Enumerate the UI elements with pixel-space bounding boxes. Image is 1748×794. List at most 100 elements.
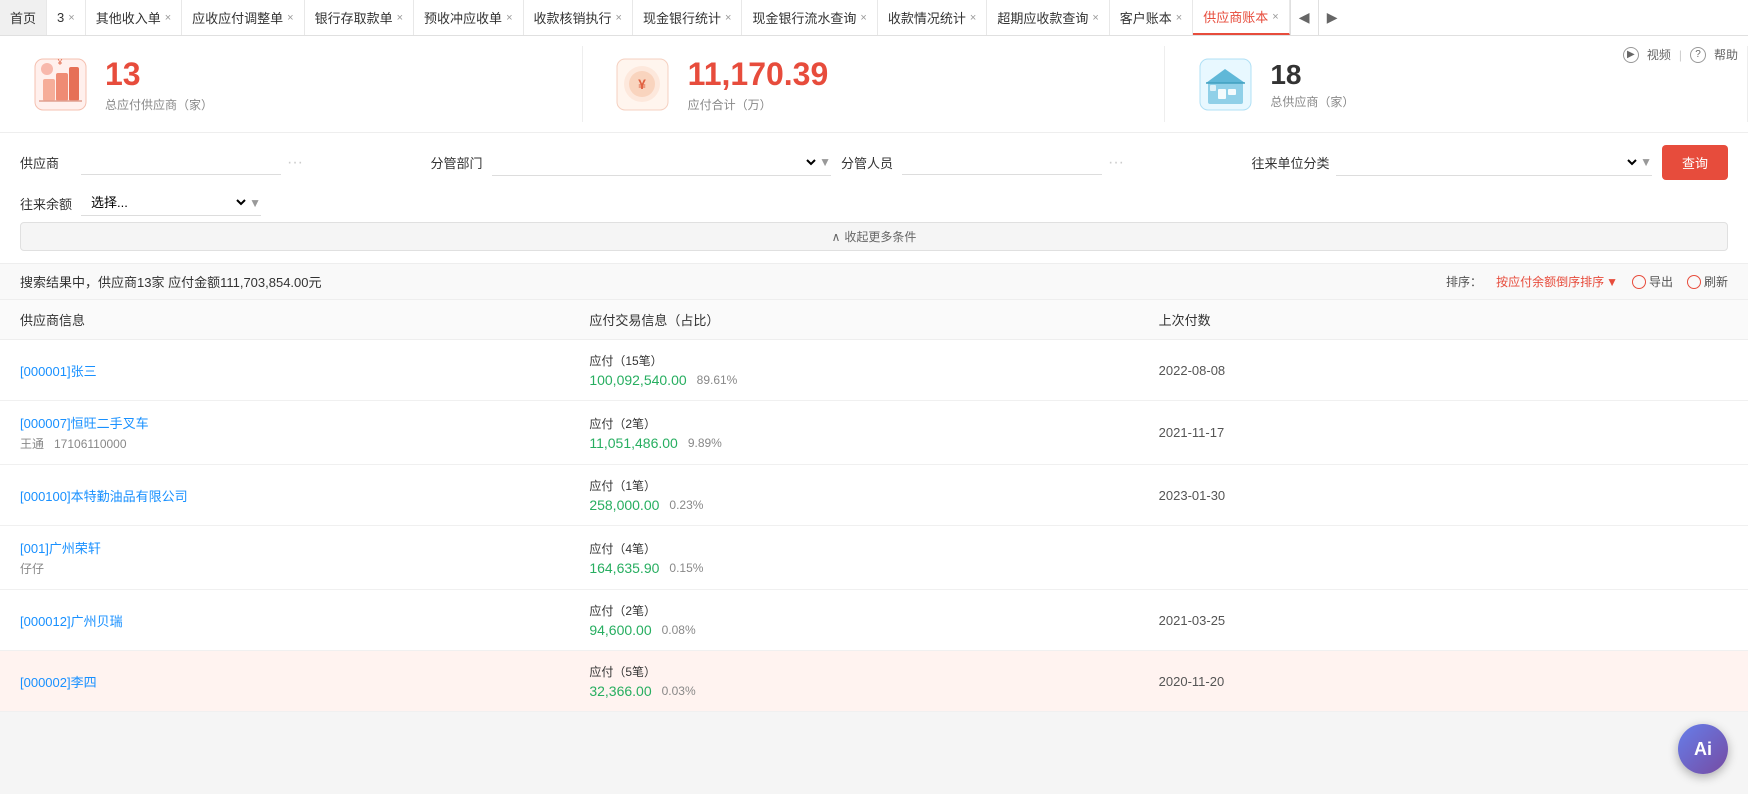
nav-prev-arrow[interactable]: ◀ xyxy=(1290,0,1318,35)
nav-overdue-ar[interactable]: 超期应收款查询 × xyxy=(987,0,1109,35)
supplier-info-cell: [000002]李四 xyxy=(20,672,589,691)
payable-amount-value: 11,170.39 xyxy=(688,55,829,93)
last-payment-cell: 2022-08-08 xyxy=(1159,363,1728,378)
close-icon[interactable]: × xyxy=(287,12,293,24)
person-input[interactable] xyxy=(902,151,1102,175)
supplier-info-cell: [000100]本特勤油品有限公司 xyxy=(20,486,589,505)
last-payment-cell: 2021-03-25 xyxy=(1159,613,1728,628)
total-supplier-icon xyxy=(1195,54,1255,114)
balance-dropdown-arrow: ▼ xyxy=(249,196,261,210)
close-icon[interactable]: × xyxy=(165,12,171,24)
supplier-link[interactable]: [000012]广州贝瑞 xyxy=(20,614,123,629)
last-payment-date: 2023-01-30 xyxy=(1159,488,1226,503)
trans-percent: 0.23% xyxy=(669,498,703,512)
dept-label: 分管部门 xyxy=(431,153,486,172)
help-circle-icon: ? xyxy=(1690,47,1706,63)
payable-supplier-count: 13 xyxy=(105,55,213,93)
trans-amount-link[interactable]: 258,000.00 xyxy=(589,497,659,513)
payable-supplier-icon: ¥ xyxy=(30,54,90,114)
category-label: 往来单位分类 xyxy=(1252,153,1330,172)
nav-advance-offset[interactable]: 预收冲应收单 × xyxy=(414,0,523,35)
supplier-dots[interactable]: ··· xyxy=(287,154,303,172)
supplier-info-cell: [000001]张三 xyxy=(20,361,589,380)
top-links: ▶ 视频 | ? 帮助 xyxy=(1623,46,1738,63)
video-circle-icon: ▶ xyxy=(1623,47,1639,63)
supplier-input[interactable] xyxy=(81,151,281,175)
sort-select[interactable]: 按应付余额倒序排序 ▼ xyxy=(1496,273,1618,290)
export-button[interactable]: 导出 xyxy=(1632,273,1673,290)
table-row: [001]广州荣轩 仔仔 应付（4笔） 164,635.90 0.15% xyxy=(0,526,1748,590)
nav-supplier-ledger[interactable]: 供应商账本 × xyxy=(1193,0,1289,35)
table-row: [000001]张三 应付（15笔） 100,092,540.00 89.61%… xyxy=(0,340,1748,401)
nav-next-arrow[interactable]: ▶ xyxy=(1318,0,1346,35)
refresh-button[interactable]: 刷新 xyxy=(1687,273,1728,290)
close-icon[interactable]: × xyxy=(1176,12,1182,24)
nav-cash-bank-flow[interactable]: 现金银行流水查询 × xyxy=(742,0,877,35)
close-icon[interactable]: × xyxy=(68,12,74,24)
collapse-button[interactable]: ∧ 收起更多条件 xyxy=(20,222,1728,251)
close-icon[interactable]: × xyxy=(397,12,403,24)
ai-assistant-button[interactable]: Ai xyxy=(1678,724,1728,774)
nav-payment-exec[interactable]: 收款核销执行 × xyxy=(524,0,633,35)
supplier-link[interactable]: [000007]恒旺二手叉车 xyxy=(20,416,149,431)
close-icon[interactable]: × xyxy=(725,12,731,24)
sort-label: 排序： xyxy=(1446,273,1482,290)
nav-payment-stats[interactable]: 收款情况统计 × xyxy=(878,0,987,35)
nav-ar-ap-adjust[interactable]: 应收应付调整单 × xyxy=(182,0,304,35)
payable-supplier-label: 总应付供应商（家） xyxy=(105,96,213,113)
video-link[interactable]: 视频 xyxy=(1647,46,1671,63)
nav-home[interactable]: 首页 xyxy=(0,0,47,35)
nav-other-income[interactable]: 其他收入单 × xyxy=(86,0,182,35)
trans-amount-link[interactable]: 32,366.00 xyxy=(589,683,651,699)
person-dots[interactable]: ··· xyxy=(1108,154,1124,172)
close-icon[interactable]: × xyxy=(860,12,866,24)
nav-bank-deposit[interactable]: 银行存取款单 × xyxy=(305,0,414,35)
result-bar: 搜索结果中，供应商13家 应付金额111,703,854.00元 排序： 按应付… xyxy=(0,264,1748,300)
svg-text:¥: ¥ xyxy=(638,76,646,92)
last-payment-date: 2022-08-08 xyxy=(1159,363,1226,378)
close-icon[interactable]: × xyxy=(970,12,976,24)
category-select-wrapper: ▼ xyxy=(1336,150,1652,176)
balance-select-wrapper: 选择... ▼ xyxy=(81,190,261,216)
nav-customer-ledger[interactable]: 客户账本 × xyxy=(1110,0,1193,35)
dept-select[interactable] xyxy=(492,150,820,175)
trans-label: 应付（4笔） xyxy=(589,540,1158,557)
nav-cash-bank-stats[interactable]: 现金银行统计 × xyxy=(633,0,742,35)
export-radio-icon xyxy=(1632,275,1646,289)
supplier-link[interactable]: [001]广州荣轩 xyxy=(20,541,101,556)
stats-bar: ¥ 13 总应付供应商（家） ¥ 11,170.39 应付合计（万） xyxy=(0,36,1748,133)
close-icon[interactable]: × xyxy=(506,12,512,24)
supplier-table: 供应商信息 应付交易信息（占比） 上次付数 [000001]张三 应付（15笔）… xyxy=(0,300,1748,712)
trans-label: 应付（2笔） xyxy=(589,602,1158,619)
supplier-link[interactable]: [000100]本特勤油品有限公司 xyxy=(20,489,188,504)
last-payment-date: 2021-03-25 xyxy=(1159,613,1226,628)
close-icon[interactable]: × xyxy=(1092,12,1098,24)
dept-field: 分管部门 ▼ xyxy=(431,150,832,176)
trans-info-cell: 应付（2笔） 11,051,486.00 9.89% xyxy=(589,415,1158,451)
query-button[interactable]: 查询 xyxy=(1662,145,1728,180)
trans-label: 应付（5笔） xyxy=(589,663,1158,680)
trans-amount-link[interactable]: 94,600.00 xyxy=(589,622,651,638)
trans-amount-link[interactable]: 11,051,486.00 xyxy=(589,435,678,451)
balance-select[interactable]: 选择... xyxy=(81,190,249,215)
trans-percent: 0.15% xyxy=(669,561,703,575)
trans-amount-link[interactable]: 164,635.90 xyxy=(589,560,659,576)
supplier-contact: 王通 17106110000 xyxy=(20,435,589,452)
close-icon[interactable]: × xyxy=(1272,11,1278,23)
top-navigation: 首页 3 × 其他收入单 × 应收应付调整单 × 银行存取款单 × 预收冲应收单… xyxy=(0,0,1748,36)
trans-amount-link[interactable]: 100,092,540.00 xyxy=(589,372,686,388)
trans-percent: 0.03% xyxy=(662,684,696,698)
nav-tab-3[interactable]: 3 × xyxy=(47,0,86,35)
supplier-link[interactable]: [000002]李四 xyxy=(20,675,97,690)
close-icon[interactable]: × xyxy=(616,12,622,24)
trans-info-cell: 应付（5笔） 32,366.00 0.03% xyxy=(589,663,1158,699)
table-row: [000100]本特勤油品有限公司 应付（1笔） 258,000.00 0.23… xyxy=(0,465,1748,526)
trans-percent: 89.61% xyxy=(697,373,738,387)
stat-payable-supplier: ¥ 13 总应付供应商（家） xyxy=(0,46,583,122)
trans-info-cell: 应付（4笔） 164,635.90 0.15% xyxy=(589,540,1158,576)
total-supplier-label: 总供应商（家） xyxy=(1270,93,1354,110)
help-link[interactable]: 帮助 xyxy=(1714,46,1738,63)
supplier-link[interactable]: [000001]张三 xyxy=(20,364,97,379)
col-trans-info: 应付交易信息（占比） xyxy=(589,310,1158,329)
category-select[interactable] xyxy=(1336,150,1641,175)
